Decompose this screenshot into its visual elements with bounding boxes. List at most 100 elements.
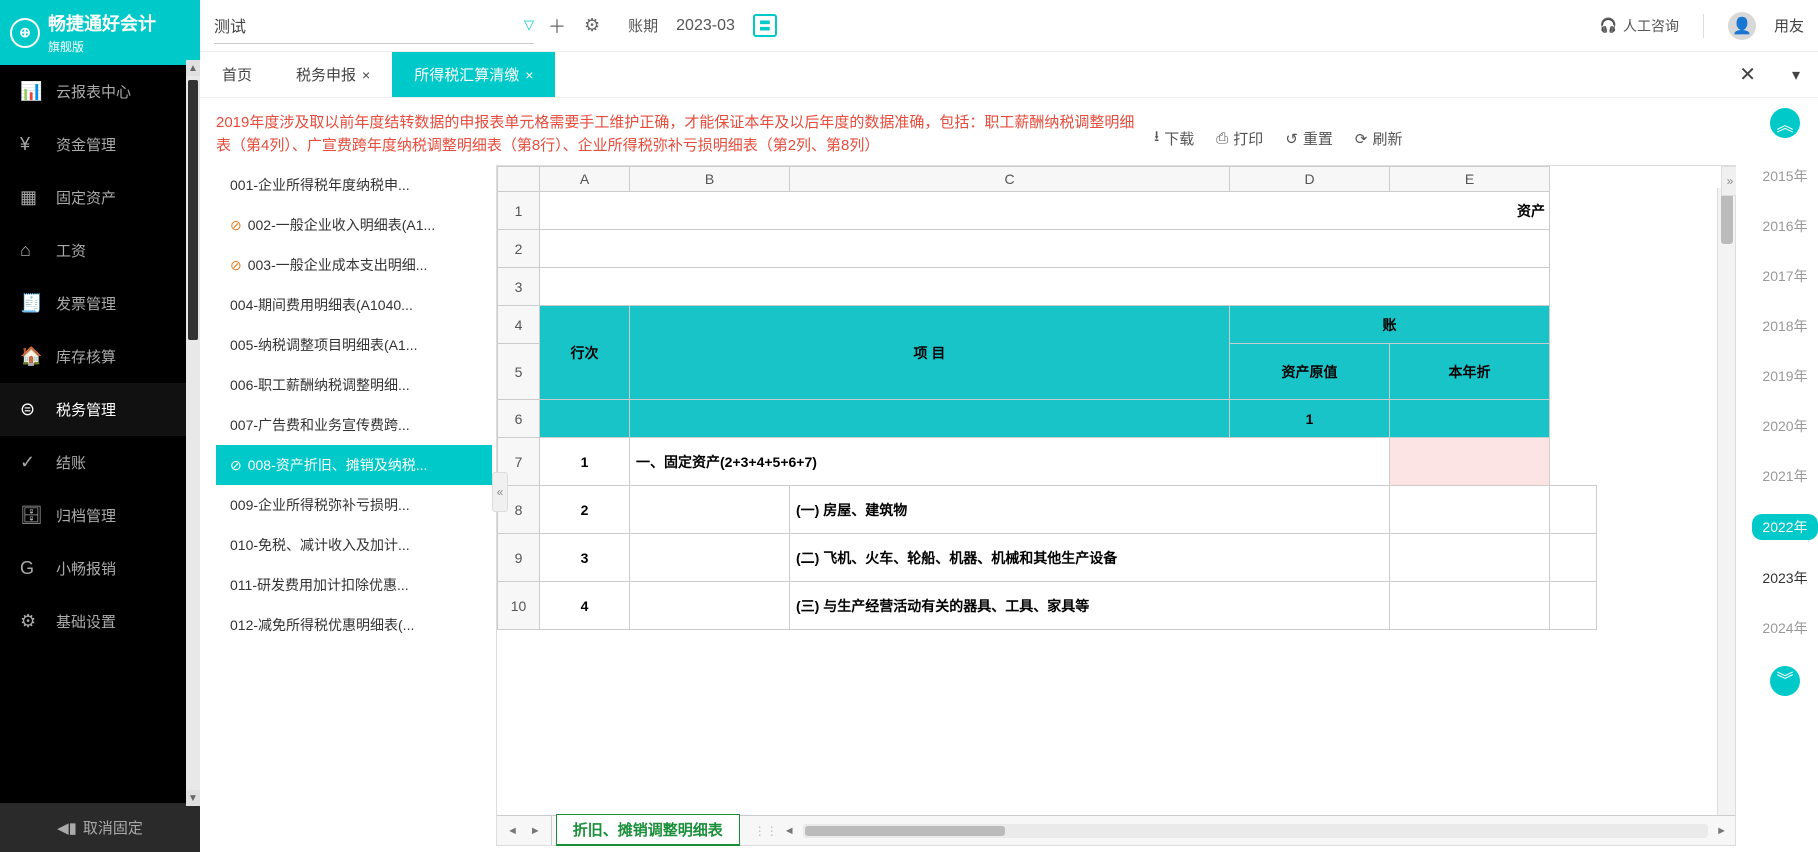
topbar: 测试 ▽ ＋ ⚙ 账期 2023-03 〓 🎧 人工咨询 👤 用友 <box>200 0 1818 52</box>
cell-xingci[interactable]: 3 <box>540 534 630 582</box>
sidebar-item-4[interactable]: 🧾发票管理 <box>0 277 200 330</box>
form-item-5[interactable]: 006-职工薪酬纳税调整明细... <box>216 365 492 405</box>
sidebar-item-6[interactable]: ⊜税务管理 <box>0 383 200 436</box>
sidebar-scrollbar[interactable]: ▲ ▼ <box>186 60 200 806</box>
scroll-up-icon[interactable]: ▲ <box>186 60 200 76</box>
hscroll-thumb[interactable] <box>805 826 1005 836</box>
settings-icon[interactable]: ⚙ <box>580 11 604 40</box>
cell-xiangmu[interactable]: 一、固定资产(2+3+4+5+6+7) <box>630 438 1390 486</box>
year-scroll-up-button[interactable]: ︽ <box>1770 108 1800 138</box>
header-yuanzhi: 资产原值 <box>1230 344 1390 400</box>
calendar-icon[interactable]: 〓 <box>753 14 777 37</box>
sidebar-item-8[interactable]: 🗄归档管理 <box>0 489 200 542</box>
cell-xiangmu[interactable]: (一) 房屋、建筑物 <box>790 486 1390 534</box>
sidebar-item-1[interactable]: ¥资金管理 <box>0 118 200 171</box>
cell[interactable] <box>540 268 1550 306</box>
cell-xingci[interactable]: 1 <box>540 438 630 486</box>
sidebar-item-3[interactable]: ⌂工资 <box>0 224 200 277</box>
tab-0[interactable]: 首页 <box>200 52 274 97</box>
year-2024年[interactable]: 2024年 <box>1756 616 1813 640</box>
company-selector[interactable]: 测试 ▽ <box>214 7 534 44</box>
sidebar-item-10[interactable]: ⚙基础设置 <box>0 595 200 648</box>
tab-close-icon[interactable]: × <box>525 67 533 83</box>
year-2022年[interactable]: 2022年 <box>1752 514 1817 540</box>
form-item-9[interactable]: 010-免税、减计收入及加计... <box>216 525 492 565</box>
form-item-4[interactable]: 005-纳税调整项目明细表(A1... <box>216 325 492 365</box>
warning-icon: ⊘ <box>230 217 242 234</box>
sheet-vscrollbar[interactable] <box>1717 188 1735 815</box>
form-item-11[interactable]: 012-减免所得税优惠明细表(... <box>216 605 492 645</box>
sidebar-item-2[interactable]: ▦固定资产 <box>0 171 200 224</box>
cell-yuanzhi[interactable] <box>1390 582 1550 630</box>
form-item-label: 004-期间费用明细表(A1040... <box>230 295 413 315</box>
support-button[interactable]: 🎧 人工咨询 <box>1600 16 1679 36</box>
cell[interactable] <box>540 230 1550 268</box>
form-item-1[interactable]: ⊘002-一般企业收入明细表(A1... <box>216 205 492 245</box>
year-2017年[interactable]: 2017年 <box>1756 264 1813 288</box>
expand-handle[interactable]: » <box>1721 166 1736 196</box>
reset-button[interactable]: ↺重置 <box>1285 128 1333 149</box>
year-2021年[interactable]: 2021年 <box>1756 464 1813 488</box>
user-avatar[interactable]: 👤 <box>1728 12 1756 40</box>
cell[interactable] <box>630 534 790 582</box>
sidebar-icon-9: G <box>20 558 42 579</box>
scroll-down-icon[interactable]: ▼ <box>186 790 200 806</box>
nav-next-icon[interactable]: ► <box>530 825 541 837</box>
cell-xiangmu[interactable]: (二) 飞机、火车、轮船、机器、机械和其他生产设备 <box>790 534 1390 582</box>
cell[interactable] <box>630 486 790 534</box>
form-item-10[interactable]: 011-研发费用加计扣除优惠... <box>216 565 492 605</box>
hscroll-right-icon[interactable]: ► <box>1716 825 1727 837</box>
year-scroll-down-button[interactable]: ︽ <box>1770 666 1800 696</box>
hscroll-left-icon[interactable]: ◄ <box>784 825 795 837</box>
cell-xiangmu[interactable]: (三) 与生产经营活动有关的器具、工具、家具等 <box>790 582 1390 630</box>
year-2018年[interactable]: 2018年 <box>1756 314 1813 338</box>
form-item-7[interactable]: ⊘008-资产折旧、摊销及纳税... <box>216 445 492 485</box>
year-2015年[interactable]: 2015年 <box>1756 164 1813 188</box>
sidebar-item-0[interactable]: 📊云报表中心 <box>0 65 200 118</box>
sidebar-item-7[interactable]: ✓结账 <box>0 436 200 489</box>
sheet-hscrollbar[interactable]: ⋮⋮ ◄ ► <box>740 816 1735 845</box>
tab-menu-button[interactable]: ▾ <box>1774 52 1818 97</box>
form-item-8[interactable]: 009-企业所得税弥补亏损明... <box>216 485 492 525</box>
close-all-tabs-button[interactable]: ✕ <box>1721 52 1774 97</box>
form-item-3[interactable]: 004-期间费用明细表(A1040... <box>216 285 492 325</box>
sidebar-item-9[interactable]: G小畅报销 <box>0 542 200 595</box>
collapse-handle[interactable]: « <box>492 472 508 512</box>
add-button[interactable]: ＋ <box>544 9 570 43</box>
cell-xingci[interactable]: 4 <box>540 582 630 630</box>
scrollbar-thumb[interactable] <box>188 80 198 340</box>
year-2023年[interactable]: 2023年 <box>1756 566 1813 590</box>
sidebar-item-label: 固定资产 <box>56 187 116 208</box>
print-button[interactable]: ⎙打印 <box>1216 128 1263 149</box>
cell-yuanzhi[interactable] <box>1390 534 1550 582</box>
form-item-label: 012-减免所得税优惠明细表(... <box>230 615 414 635</box>
form-item-label: 009-企业所得税弥补亏损明... <box>230 495 410 515</box>
cell-zhejiu[interactable] <box>1550 534 1597 582</box>
sidebar-unpin-button[interactable]: ◀▮ 取消固定 <box>0 803 200 852</box>
form-item-2[interactable]: ⊘003-一般企业成本支出明细... <box>216 245 492 285</box>
form-item-0[interactable]: 001-企业所得税年度纳税申... <box>216 165 492 205</box>
year-2020年[interactable]: 2020年 <box>1756 414 1813 438</box>
tab-2[interactable]: 所得税汇算清缴× <box>392 52 555 97</box>
year-2016年[interactable]: 2016年 <box>1756 214 1813 238</box>
nav-first-icon[interactable]: ◄ <box>507 825 518 837</box>
cell-zhejiu[interactable] <box>1550 582 1597 630</box>
sidebar-item-label: 云报表中心 <box>56 81 131 102</box>
cell-yuanzhi[interactable] <box>1390 438 1550 486</box>
tab-close-icon[interactable]: × <box>362 67 370 83</box>
print-icon: ⎙ <box>1216 130 1228 147</box>
cell-zhejiu[interactable] <box>1550 486 1597 534</box>
vscroll-thumb[interactable] <box>1721 192 1733 244</box>
form-item-6[interactable]: 007-广告费和业务宣传费跨... <box>216 405 492 445</box>
tabbar: 首页税务申报×所得税汇算清缴× ✕ ▾ <box>200 52 1818 98</box>
cell-xingci[interactable]: 2 <box>540 486 630 534</box>
tab-1[interactable]: 税务申报× <box>274 52 392 97</box>
cell[interactable] <box>630 582 790 630</box>
sheet-tab-name[interactable]: 折旧、摊销调整明细表 <box>556 814 740 846</box>
year-2019年[interactable]: 2019年 <box>1756 364 1813 388</box>
sidebar-item-label: 库存核算 <box>56 346 116 367</box>
refresh-button[interactable]: ⟳刷新 <box>1355 128 1403 149</box>
download-button[interactable]: ⭳下载 <box>1154 126 1194 151</box>
sidebar-item-5[interactable]: 🏠库存核算 <box>0 330 200 383</box>
cell-yuanzhi[interactable] <box>1390 486 1550 534</box>
